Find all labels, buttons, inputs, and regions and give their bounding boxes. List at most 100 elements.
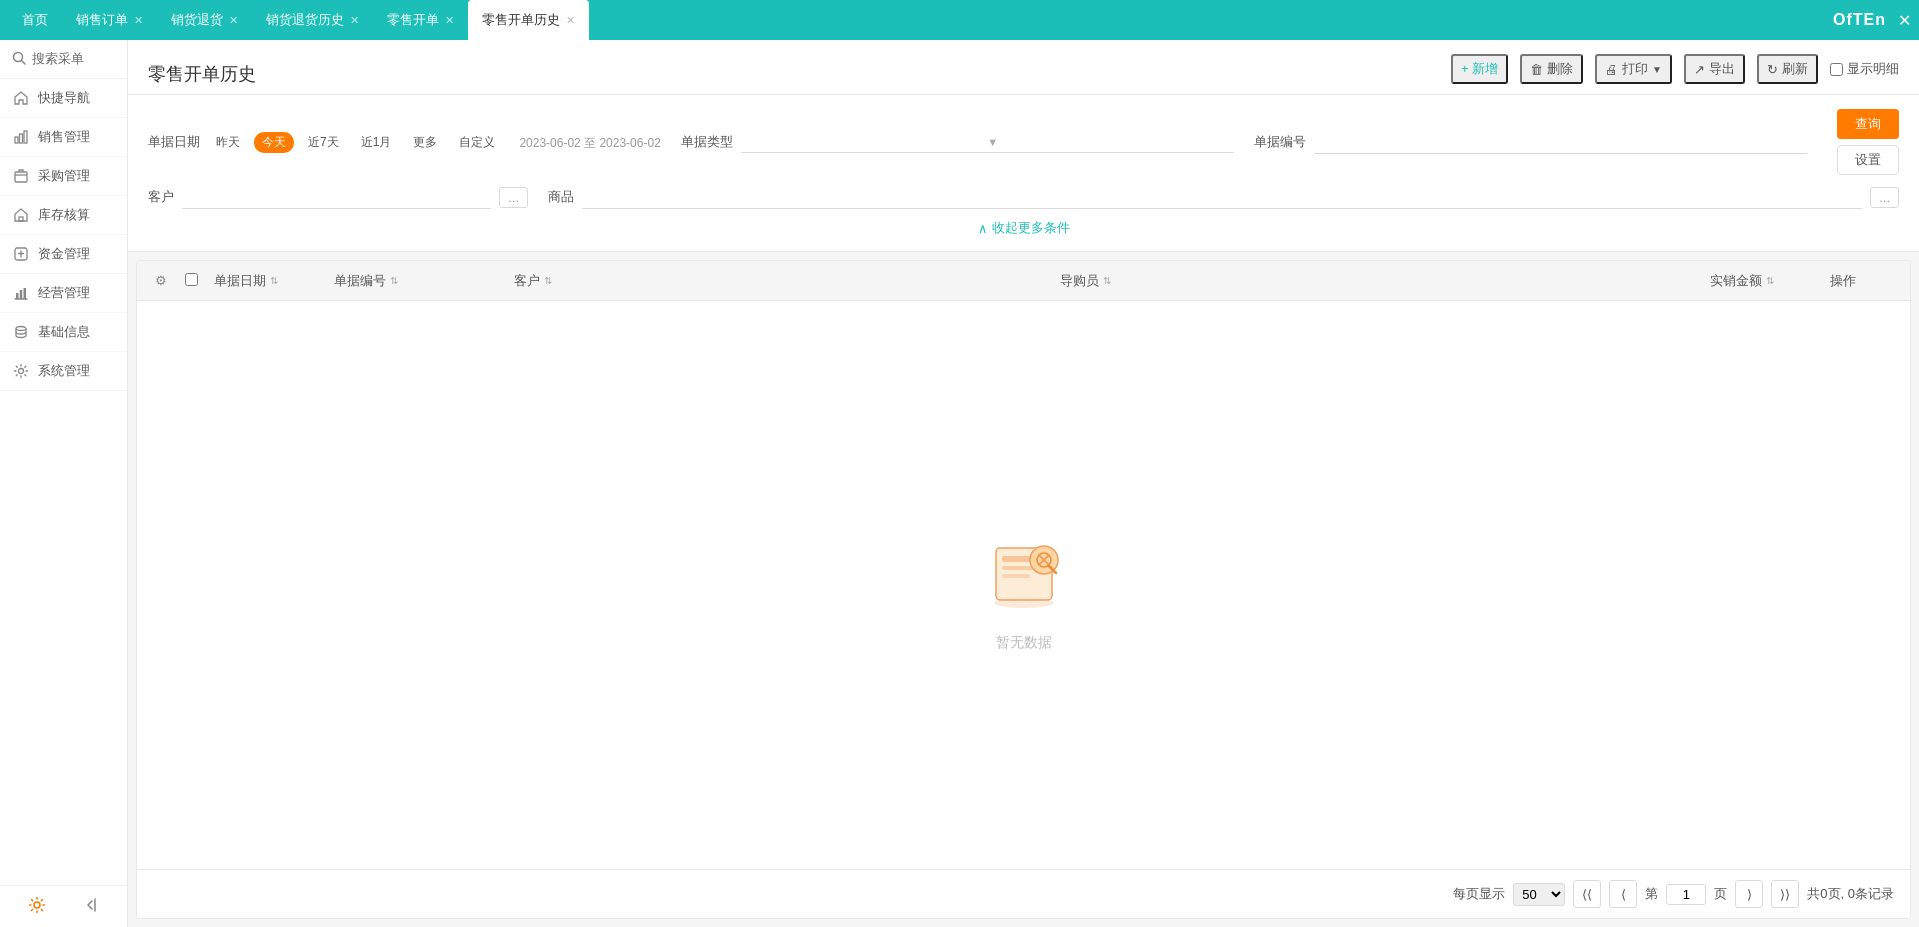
sidebar-item-inventory[interactable]: 库存核算: [0, 196, 127, 235]
date-btn-custom[interactable]: 自定义: [451, 132, 503, 153]
prev-page-btn[interactable]: ⟨: [1609, 880, 1637, 908]
date-btn-more[interactable]: 更多: [405, 132, 445, 153]
empty-icon: [974, 518, 1074, 618]
add-btn[interactable]: + 新增: [1451, 54, 1508, 84]
next-page-btn[interactable]: ⟩: [1735, 880, 1763, 908]
doc-type-select[interactable]: ▼: [741, 132, 1234, 153]
tab-sales-order[interactable]: 销售订单 ✕: [62, 0, 157, 40]
tab-sales-return[interactable]: 销货退货 ✕: [157, 0, 252, 40]
date-btn-7days[interactable]: 近7天: [300, 132, 347, 153]
tab-retail-history[interactable]: 零售开单历史 ✕: [468, 0, 589, 40]
sidebar-item-quick-nav[interactable]: 快捷导航: [0, 79, 127, 118]
home-icon: [12, 89, 30, 107]
filter-doc-type: 单据类型 ▼: [681, 132, 1234, 153]
svg-rect-4: [24, 131, 27, 143]
settings-btn[interactable]: 设置: [1837, 145, 1899, 175]
print-btn[interactable]: 🖨 打印 ▼: [1595, 54, 1672, 84]
last-page-btn[interactable]: ⟩⟩: [1771, 880, 1799, 908]
customer-select-btn[interactable]: ...: [499, 187, 528, 208]
first-page-btn[interactable]: ⟨⟨: [1573, 880, 1601, 908]
show-detail-checkbox[interactable]: 显示明细: [1830, 60, 1899, 78]
col-header-num[interactable]: 单据编号 ⇅: [326, 272, 506, 290]
tab-close-retail-history[interactable]: ✕: [566, 14, 575, 27]
tabbar-right: OfTEn ✕: [1833, 11, 1911, 30]
delete-btn[interactable]: 🗑 删除: [1520, 54, 1583, 84]
tab-sales-return-history[interactable]: 销货退货历史 ✕: [252, 0, 373, 40]
sort-guide-icon: ⇅: [1103, 275, 1111, 286]
finance-icon: [12, 245, 30, 263]
collapse-up-icon: ∧: [978, 221, 988, 236]
svg-rect-2: [15, 137, 18, 143]
doc-num-input[interactable]: [1314, 130, 1807, 154]
filter-row-2: 客户 ... 商品 ...: [148, 185, 1899, 209]
page-size-select[interactable]: 50 10 20 100: [1513, 883, 1565, 906]
tab-close-sales-return-history[interactable]: ✕: [350, 14, 359, 27]
goods-input[interactable]: [582, 185, 1862, 209]
column-settings-btn[interactable]: ⚙: [145, 273, 177, 288]
date-btn-1month[interactable]: 近1月: [353, 132, 400, 153]
page-input[interactable]: [1666, 884, 1706, 905]
sidebar-item-finance[interactable]: 资金管理: [0, 235, 127, 274]
svg-rect-20: [1002, 574, 1030, 578]
date-btn-today[interactable]: 今天: [254, 132, 294, 153]
goods-select-btn[interactable]: ...: [1870, 187, 1899, 208]
window-close-btn[interactable]: ✕: [1898, 11, 1911, 30]
tab-close-sales-return[interactable]: ✕: [229, 14, 238, 27]
sidebar-search[interactable]: 搜索采单: [0, 40, 127, 79]
search-icon: [12, 51, 26, 68]
col-header-date[interactable]: 单据日期 ⇅: [206, 272, 326, 290]
print-dropdown-icon: ▼: [1652, 64, 1662, 75]
collapse-sidebar-btn[interactable]: [81, 896, 99, 917]
collapse-btn[interactable]: ∧ 收起更多条件: [148, 219, 1899, 237]
page-title: 零售开单历史: [148, 62, 256, 86]
svg-point-12: [19, 369, 24, 374]
sort-amount-icon: ⇅: [1766, 275, 1774, 286]
date-btn-yesterday[interactable]: 昨天: [208, 132, 248, 153]
sidebar-item-operations[interactable]: 经营管理: [0, 274, 127, 313]
filter-goods: 商品 ...: [548, 185, 1899, 209]
svg-point-11: [16, 327, 26, 331]
empty-state: 暂无数据: [137, 301, 1910, 869]
chevron-down-icon: ▼: [987, 136, 1228, 148]
sidebar-item-system[interactable]: 系统管理: [0, 352, 127, 391]
tab-home[interactable]: 首页: [8, 0, 62, 40]
sidebar-item-purchase-mgmt[interactable]: 采购管理: [0, 157, 127, 196]
select-all-checkbox[interactable]: [177, 273, 206, 289]
warehouse-icon: [12, 206, 30, 224]
box-icon: [12, 167, 30, 185]
table-section: ⚙ 单据日期 ⇅ 单据编号 ⇅ 客户 ⇅ 导购员 ⇅: [136, 260, 1911, 919]
tab-retail-open[interactable]: 零售开单 ✕: [373, 0, 468, 40]
export-icon: ↗: [1694, 62, 1705, 77]
settings-icon: [12, 362, 30, 380]
query-btn[interactable]: 查询: [1837, 109, 1899, 139]
gear-btn[interactable]: [28, 896, 46, 917]
delete-icon: 🗑: [1530, 62, 1543, 77]
sidebar-item-sales-mgmt[interactable]: 销售管理: [0, 118, 127, 157]
print-icon: 🖨: [1605, 62, 1618, 77]
date-filters: 昨天 今天 近7天 近1月 更多 自定义: [208, 132, 503, 153]
refresh-btn[interactable]: ↻ 刷新: [1757, 54, 1818, 84]
filter-row-1: 单据日期 昨天 今天 近7天 近1月 更多 自定义 2023-06-02 至 2…: [148, 109, 1899, 175]
customer-input[interactable]: [182, 185, 491, 209]
empty-text: 暂无数据: [996, 634, 1052, 652]
filter-customer: 客户 ...: [148, 185, 528, 209]
total-info: 共0页, 0条记录: [1807, 885, 1894, 903]
filter-date: 单据日期 昨天 今天 近7天 近1月 更多 自定义 2023-06-02 至 2…: [148, 132, 661, 153]
brand-logo: OfTEn: [1833, 11, 1886, 29]
sidebar-item-base-info[interactable]: 基础信息: [0, 313, 127, 352]
col-header-customer[interactable]: 客户 ⇅: [506, 272, 1052, 290]
refresh-icon: ↻: [1767, 62, 1778, 77]
export-btn[interactable]: ↗ 导出: [1684, 54, 1745, 84]
pagination: 每页显示 50 10 20 100 ⟨⟨ ⟨ 第 页 ⟩ ⟩⟩ 共0页, 0条记…: [137, 869, 1910, 918]
tab-close-sales-order[interactable]: ✕: [134, 14, 143, 27]
sort-num-icon: ⇅: [390, 275, 398, 286]
col-header-guide[interactable]: 导购员 ⇅: [1052, 272, 1172, 290]
svg-rect-3: [20, 134, 23, 143]
sort-customer-icon: ⇅: [544, 275, 552, 286]
page-header: 零售开单历史 + 新增 🗑 删除 🖨 打印 ▼ ↗ 导出: [128, 40, 1919, 95]
col-header-amount[interactable]: 实销金额 ⇅: [1702, 272, 1822, 290]
svg-point-13: [34, 902, 40, 908]
toolbar: + 新增 🗑 删除 🖨 打印 ▼ ↗ 导出 ↻ 刷新: [1451, 54, 1899, 94]
tab-close-retail-open[interactable]: ✕: [445, 14, 454, 27]
sidebar-bottom: [0, 885, 127, 927]
